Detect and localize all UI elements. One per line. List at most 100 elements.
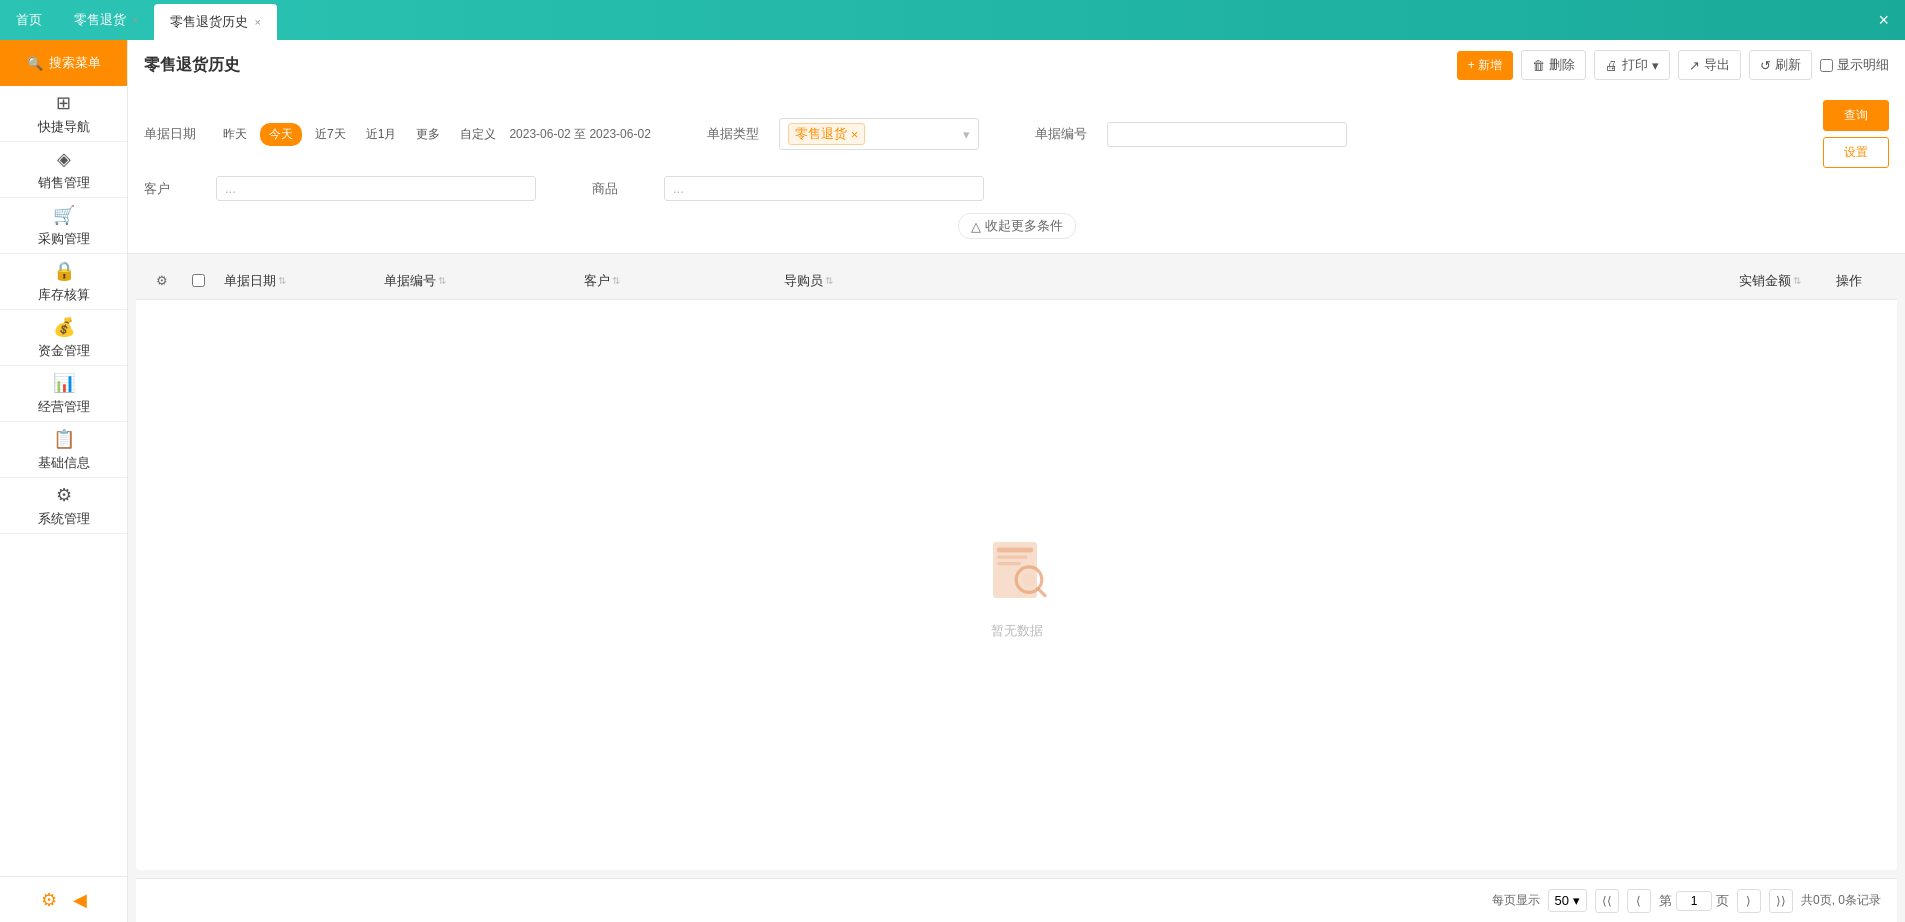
tab-retail-return[interactable]: 零售退货 × (58, 0, 154, 40)
sort-customer-icon[interactable]: ⇅ (612, 275, 620, 286)
next-page-button[interactable]: ⟩ (1737, 889, 1761, 913)
refresh-button[interactable]: ↺ 刷新 (1749, 50, 1812, 80)
sidebar-item-label: 采购管理 (38, 230, 90, 248)
table-settings-button[interactable]: ⚙ (144, 273, 180, 288)
new-button[interactable]: + 新增 (1457, 51, 1513, 80)
sidebar-item-label: 销售管理 (38, 174, 90, 192)
refresh-icon: ↺ (1760, 58, 1771, 73)
content-area: 零售退货历史 + 新增 🗑 删除 🖨 打印 ▾ ↗ 导出 (128, 40, 1905, 922)
customer-placeholder: ... (225, 181, 527, 196)
doc-type-select[interactable]: 零售退货 × ▾ (779, 118, 979, 150)
th-customer: 客户 ⇅ (576, 272, 776, 290)
table-header: ⚙ 单据日期 ⇅ 单据编号 ⇅ 客户 ⇅ 导购员 ⇅ (136, 262, 1897, 300)
collapse-button[interactable]: △ 收起更多条件 (958, 213, 1076, 239)
first-page-button[interactable]: ⟨⟨ (1595, 889, 1619, 913)
page-size-label: 每页显示 (1492, 892, 1540, 909)
goods-filter-label: 商品 (592, 180, 648, 198)
tab-home[interactable]: 首页 (0, 0, 58, 40)
page-title: 零售退货历史 (144, 55, 240, 76)
sidebar-item-system[interactable]: ⚙ 系统管理 (0, 478, 127, 534)
pagination-bar: 每页显示 50 ▾ ⟨⟨ ⟨ 第 页 ⟩ ⟩⟩ 共0页, 0条记录 (136, 878, 1897, 922)
sidebar-item-label: 库存核算 (38, 286, 90, 304)
query-button[interactable]: 查询 (1823, 100, 1889, 131)
date-btn-7days[interactable]: 近7天 (308, 123, 353, 146)
svg-rect-3 (997, 562, 1021, 565)
sidebar-item-label: 基础信息 (38, 454, 90, 472)
sidebar-item-label: 快捷导航 (38, 118, 90, 136)
table-select-all[interactable] (180, 274, 216, 287)
select-all-checkbox[interactable] (192, 274, 205, 287)
page-title-row: 零售退货历史 + 新增 🗑 删除 🖨 打印 ▾ ↗ 导出 (144, 50, 1889, 80)
delete-icon: 🗑 (1532, 58, 1545, 73)
sidebar-item-sales[interactable]: ◈ 销售管理 (0, 142, 127, 198)
svg-point-6 (1022, 573, 1035, 586)
tab-retail-return-history-close[interactable]: × (254, 16, 260, 28)
date-btn-1month[interactable]: 近1月 (359, 123, 404, 146)
th-action: 操作 (1809, 272, 1889, 290)
date-btn-more[interactable]: 更多 (409, 123, 447, 146)
doc-type-tag-remove[interactable]: × (851, 127, 859, 142)
delete-button[interactable]: 🗑 删除 (1521, 50, 1586, 80)
goods-select[interactable]: ... (664, 176, 984, 201)
sidebar-item-purchase[interactable]: 🛒 采购管理 (0, 198, 127, 254)
collapse-row: △ 收起更多条件 (144, 209, 1889, 247)
empty-state-icon (977, 530, 1057, 610)
sidebar-item-label: 系统管理 (38, 510, 90, 528)
th-amount: 实销金额 ⇅ (1689, 272, 1809, 290)
collapse-sidebar-icon[interactable]: ◀ (73, 889, 87, 911)
empty-state-text: 暂无数据 (991, 622, 1043, 640)
print-icon: 🖨 (1605, 58, 1618, 73)
show-detail-checkbox[interactable]: 显示明细 (1820, 56, 1889, 74)
date-btn-yesterday[interactable]: 昨天 (216, 123, 254, 146)
customer-select[interactable]: ... (216, 176, 536, 201)
doc-number-input[interactable] (1107, 122, 1347, 147)
svg-rect-2 (997, 556, 1027, 559)
system-icon: ⚙ (56, 484, 72, 506)
doc-type-tag: 零售退货 × (788, 123, 866, 145)
quick-nav-icon: ⊞ (56, 92, 71, 114)
goods-placeholder: ... (673, 181, 975, 196)
sort-amount-icon[interactable]: ⇅ (1793, 275, 1801, 286)
svg-rect-1 (997, 548, 1033, 553)
sales-icon: ◈ (57, 148, 71, 170)
table-body: 暂无数据 (136, 300, 1897, 870)
sidebar-bottom: ⚙ ◀ (0, 876, 127, 922)
export-button[interactable]: ↗ 导出 (1678, 50, 1741, 80)
sidebar-search[interactable]: 🔍 搜索菜单 (0, 40, 127, 86)
print-button[interactable]: 🖨 打印 ▾ (1594, 50, 1670, 80)
th-number: 单据编号 ⇅ (376, 272, 576, 290)
main-layout: 🔍 搜索菜单 ⊞ 快捷导航 ◈ 销售管理 🛒 采购管理 🔒 库存核算 💰 资金管… (0, 40, 1905, 922)
settings-bottom-icon[interactable]: ⚙ (41, 889, 57, 911)
page-number-input[interactable] (1676, 891, 1712, 911)
sidebar-item-inventory[interactable]: 🔒 库存核算 (0, 254, 127, 310)
top-bar: 首页 零售退货 × 零售退货历史 × × (0, 0, 1905, 40)
filter-row-1: 单据日期 昨天 今天 近7天 近1月 更多 自定义 2023-06-02 至 2… (144, 100, 1889, 168)
show-detail-input[interactable] (1820, 59, 1833, 72)
sidebar-item-basic-info[interactable]: 📋 基础信息 (0, 422, 127, 478)
tab-retail-return-close[interactable]: × (132, 14, 138, 26)
date-filter-label: 单据日期 (144, 125, 200, 143)
sort-number-icon[interactable]: ⇅ (438, 275, 446, 286)
window-close-button[interactable]: × (1878, 10, 1905, 31)
date-btn-today[interactable]: 今天 (260, 123, 302, 146)
th-guide: 导购员 ⇅ (776, 272, 1689, 290)
filter-row-2: 客户 ... 商品 ... (144, 176, 1889, 201)
sidebar-item-operations[interactable]: 📊 经营管理 (0, 366, 127, 422)
page-size-select[interactable]: 50 ▾ (1548, 889, 1587, 912)
setting-button[interactable]: 设置 (1823, 137, 1889, 168)
last-page-button[interactable]: ⟩⟩ (1769, 889, 1793, 913)
date-btn-custom[interactable]: 自定义 (453, 123, 503, 146)
page-header: 零售退货历史 + 新增 🗑 删除 🖨 打印 ▾ ↗ 导出 (128, 40, 1905, 254)
filter-area: 单据日期 昨天 今天 近7天 近1月 更多 自定义 2023-06-02 至 2… (144, 90, 1889, 253)
svg-line-5 (1037, 588, 1044, 595)
sidebar-item-finance[interactable]: 💰 资金管理 (0, 310, 127, 366)
tab-retail-return-history[interactable]: 零售退货历史 × (154, 4, 276, 40)
data-table: ⚙ 单据日期 ⇅ 单据编号 ⇅ 客户 ⇅ 导购员 ⇅ (136, 262, 1897, 870)
sort-date-icon[interactable]: ⇅ (278, 275, 286, 286)
basic-info-icon: 📋 (53, 428, 75, 450)
sidebar-item-label: 资金管理 (38, 342, 90, 360)
empty-state: 暂无数据 (977, 530, 1057, 640)
sort-guide-icon[interactable]: ⇅ (825, 275, 833, 286)
prev-page-button[interactable]: ⟨ (1627, 889, 1651, 913)
sidebar-item-quick-nav[interactable]: ⊞ 快捷导航 (0, 86, 127, 142)
